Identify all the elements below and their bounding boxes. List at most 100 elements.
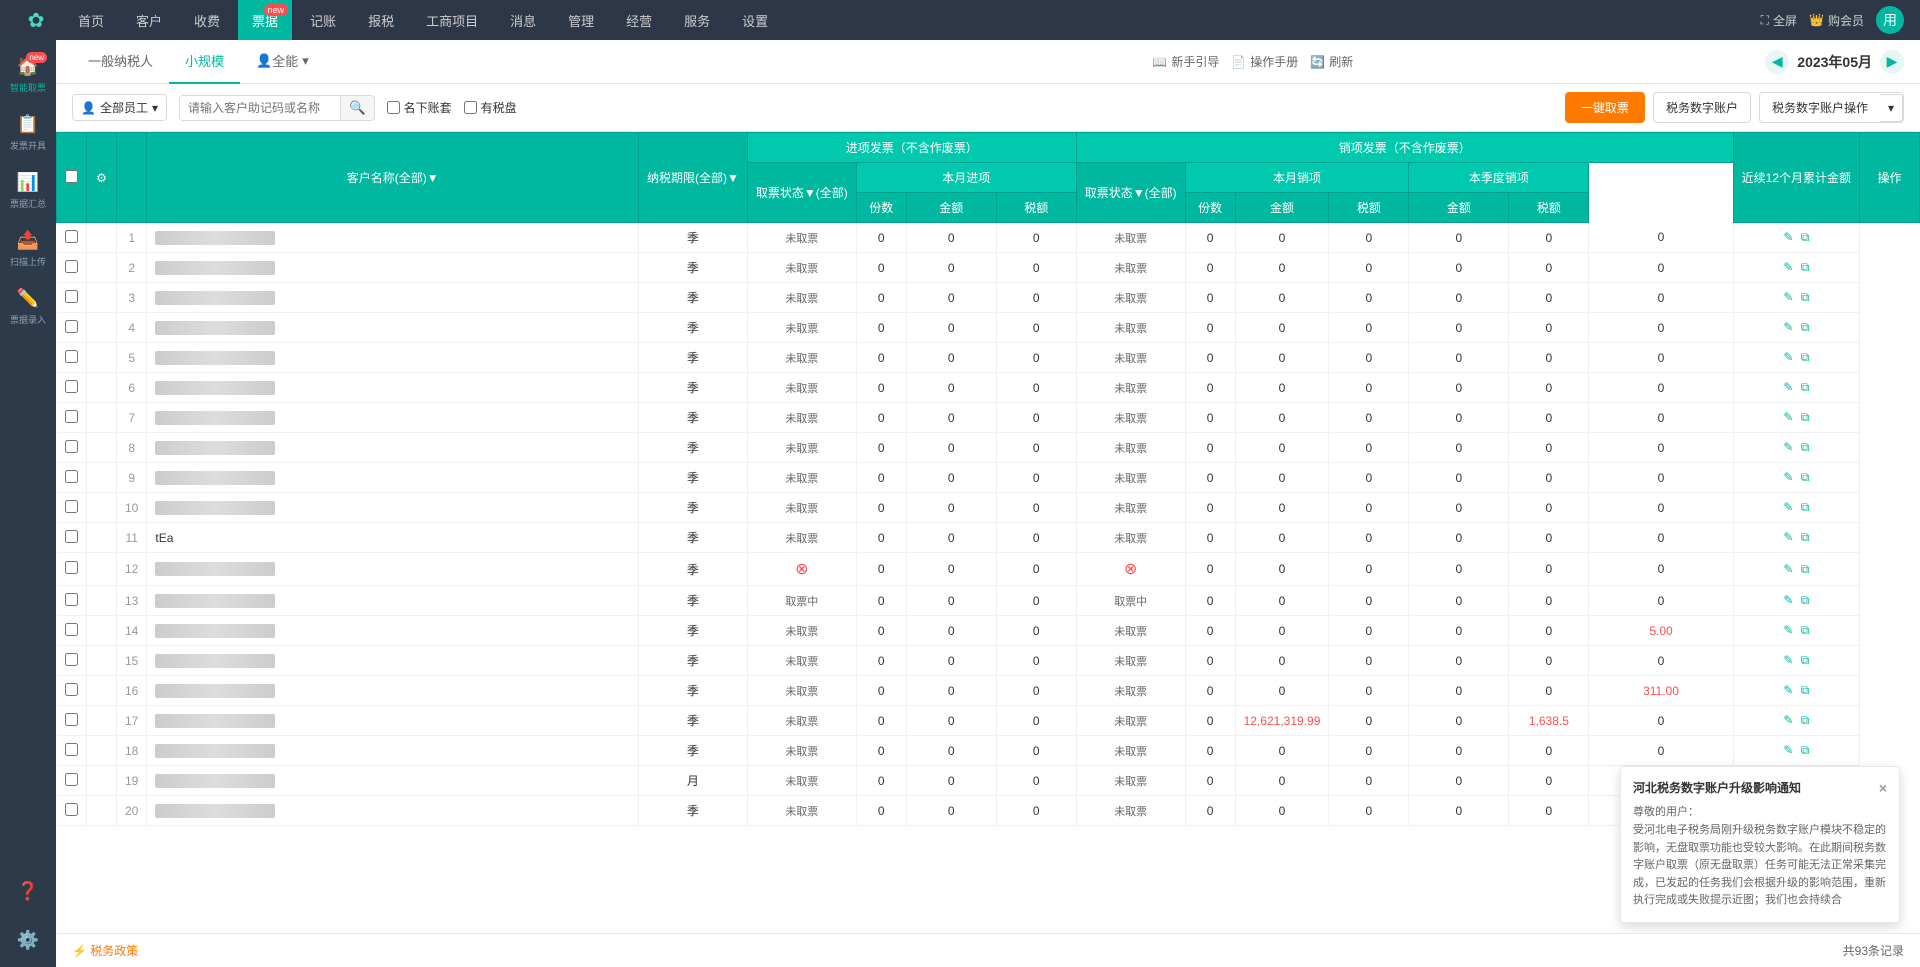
one-click-ticket-btn[interactable]: 一键取票 — [1565, 92, 1645, 123]
row-checkbox[interactable] — [65, 713, 78, 726]
edit-icon[interactable]: ✎ — [1783, 440, 1793, 454]
row-checkbox-cell[interactable] — [57, 433, 87, 463]
copy-icon[interactable]: ⧉ — [1801, 593, 1810, 607]
row-checkbox-cell[interactable] — [57, 736, 87, 766]
copy-icon[interactable]: ⧉ — [1801, 683, 1810, 697]
row-checkbox[interactable] — [65, 410, 78, 423]
copy-icon[interactable]: ⧉ — [1801, 410, 1810, 424]
refresh-btn[interactable]: 🔄 刷新 — [1310, 53, 1353, 70]
edit-icon[interactable]: ✎ — [1783, 743, 1793, 757]
nav-item-manage[interactable]: 管理 — [554, 0, 608, 40]
period-next-btn[interactable]: ▶ — [1880, 50, 1904, 74]
row-checkbox-cell[interactable] — [57, 403, 87, 433]
dropdown-arrow-icon[interactable]: ▾ — [1880, 94, 1903, 122]
sidebar-item-invoice-entry[interactable]: ✏️ 票据录入 — [3, 280, 53, 334]
row-checkbox-cell[interactable] — [57, 283, 87, 313]
tab-all[interactable]: 👤 全能 ▾ — [240, 40, 325, 84]
copy-icon[interactable]: ⧉ — [1801, 230, 1810, 244]
row-checkbox[interactable] — [65, 561, 78, 574]
edit-icon[interactable]: ✎ — [1783, 500, 1793, 514]
row-checkbox-cell[interactable] — [57, 373, 87, 403]
copy-icon[interactable]: ⧉ — [1801, 713, 1810, 727]
copy-icon[interactable]: ⧉ — [1801, 530, 1810, 544]
nav-item-invoice[interactable]: 票据 new — [238, 0, 292, 40]
copy-icon[interactable]: ⧉ — [1801, 500, 1810, 514]
nav-item-bookkeeping[interactable]: 记账 — [296, 0, 350, 40]
nav-item-business[interactable]: 工商项目 — [412, 0, 492, 40]
row-checkbox-cell[interactable] — [57, 796, 87, 826]
row-checkbox[interactable] — [65, 320, 78, 333]
edit-icon[interactable]: ✎ — [1783, 593, 1793, 607]
copy-icon[interactable]: ⧉ — [1801, 260, 1810, 274]
copy-icon[interactable]: ⧉ — [1801, 290, 1810, 304]
row-checkbox[interactable] — [65, 743, 78, 756]
sidebar-item-smart-ticket[interactable]: 🏠 智能取票 new — [3, 48, 53, 102]
edit-icon[interactable]: ✎ — [1783, 290, 1793, 304]
row-checkbox[interactable] — [65, 260, 78, 273]
new-guide-btn[interactable]: 📖 新手引导 — [1152, 53, 1219, 70]
tax-disk-checkbox[interactable] — [464, 101, 477, 114]
nav-item-home[interactable]: 首页 — [64, 0, 118, 40]
edit-icon[interactable]: ✎ — [1783, 530, 1793, 544]
tax-digital-account-btn[interactable]: 税务数字账户 — [1653, 92, 1751, 123]
row-checkbox-cell[interactable] — [57, 586, 87, 616]
row-checkbox-cell[interactable] — [57, 766, 87, 796]
avatar[interactable]: 用 — [1876, 6, 1904, 34]
sidebar-item-settings-bottom[interactable]: ⚙️ — [3, 922, 53, 959]
tax-policy-link[interactable]: ⚡ 税务政策 — [72, 942, 138, 959]
edit-icon[interactable]: ✎ — [1783, 470, 1793, 484]
row-checkbox-cell[interactable] — [57, 646, 87, 676]
th-out-fetch-status[interactable]: 取票状态▼(全部) — [1076, 163, 1185, 223]
copy-icon[interactable]: ⧉ — [1801, 320, 1810, 334]
tax-digital-ops-btn[interactable]: 税务数字账户操作 ▾ — [1759, 92, 1904, 123]
nav-item-operation[interactable]: 经营 — [612, 0, 666, 40]
edit-icon[interactable]: ✎ — [1783, 653, 1793, 667]
edit-icon[interactable]: ✎ — [1783, 380, 1793, 394]
checkbox-tax-disk[interactable]: 有税盘 — [464, 99, 517, 116]
row-checkbox[interactable] — [65, 623, 78, 636]
tab-small-scale[interactable]: 小规模 — [169, 40, 240, 84]
sidebar-item-help[interactable]: ❓ — [3, 873, 53, 910]
copy-icon[interactable]: ⧉ — [1801, 653, 1810, 667]
row-checkbox[interactable] — [65, 530, 78, 543]
fullscreen-btn[interactable]: ⛶ 全屏 — [1761, 12, 1797, 29]
edit-icon[interactable]: ✎ — [1783, 230, 1793, 244]
checkbox-sub-account[interactable]: 名下账套 — [387, 99, 452, 116]
row-checkbox[interactable] — [65, 500, 78, 513]
copy-icon[interactable]: ⧉ — [1801, 470, 1810, 484]
th-tax-period[interactable]: 纳税期限(全部)▼ — [639, 133, 748, 223]
edit-icon[interactable]: ✎ — [1783, 320, 1793, 334]
tab-general-taxpayer[interactable]: 一般纳税人 — [72, 40, 169, 84]
row-checkbox-cell[interactable] — [57, 706, 87, 736]
row-checkbox[interactable] — [65, 653, 78, 666]
edit-icon[interactable]: ✎ — [1783, 410, 1793, 424]
employee-select[interactable]: 👤 全部员工 ▾ — [72, 94, 167, 121]
row-checkbox[interactable] — [65, 683, 78, 696]
edit-icon[interactable]: ✎ — [1783, 350, 1793, 364]
manual-btn[interactable]: 📄 操作手册 — [1231, 53, 1298, 70]
row-checkbox-cell[interactable] — [57, 493, 87, 523]
row-checkbox[interactable] — [65, 350, 78, 363]
edit-icon[interactable]: ✎ — [1783, 562, 1793, 576]
edit-icon[interactable]: ✎ — [1783, 623, 1793, 637]
row-checkbox-cell[interactable] — [57, 253, 87, 283]
period-prev-btn[interactable]: ◀ — [1765, 50, 1789, 74]
popup-close-btn[interactable]: × — [1879, 780, 1887, 796]
row-checkbox-cell[interactable] — [57, 523, 87, 553]
edit-icon[interactable]: ✎ — [1783, 683, 1793, 697]
nav-item-service[interactable]: 服务 — [670, 0, 724, 40]
nav-item-message[interactable]: 消息 — [496, 0, 550, 40]
row-checkbox-cell[interactable] — [57, 343, 87, 373]
nav-item-settings[interactable]: 设置 — [728, 0, 782, 40]
sidebar-item-invoice-issue[interactable]: 📋 发票开具 — [3, 106, 53, 160]
row-checkbox[interactable] — [65, 593, 78, 606]
copy-icon[interactable]: ⧉ — [1801, 623, 1810, 637]
copy-icon[interactable]: ⧉ — [1801, 440, 1810, 454]
copy-icon[interactable]: ⧉ — [1801, 562, 1810, 576]
member-btn[interactable]: 👑 购会员 — [1809, 12, 1864, 29]
copy-icon[interactable]: ⧉ — [1801, 380, 1810, 394]
row-checkbox-cell[interactable] — [57, 313, 87, 343]
search-input[interactable] — [180, 97, 340, 119]
nav-item-customer[interactable]: 客户 — [122, 0, 176, 40]
sidebar-item-invoice-summary[interactable]: 📊 票据汇总 — [3, 164, 53, 218]
